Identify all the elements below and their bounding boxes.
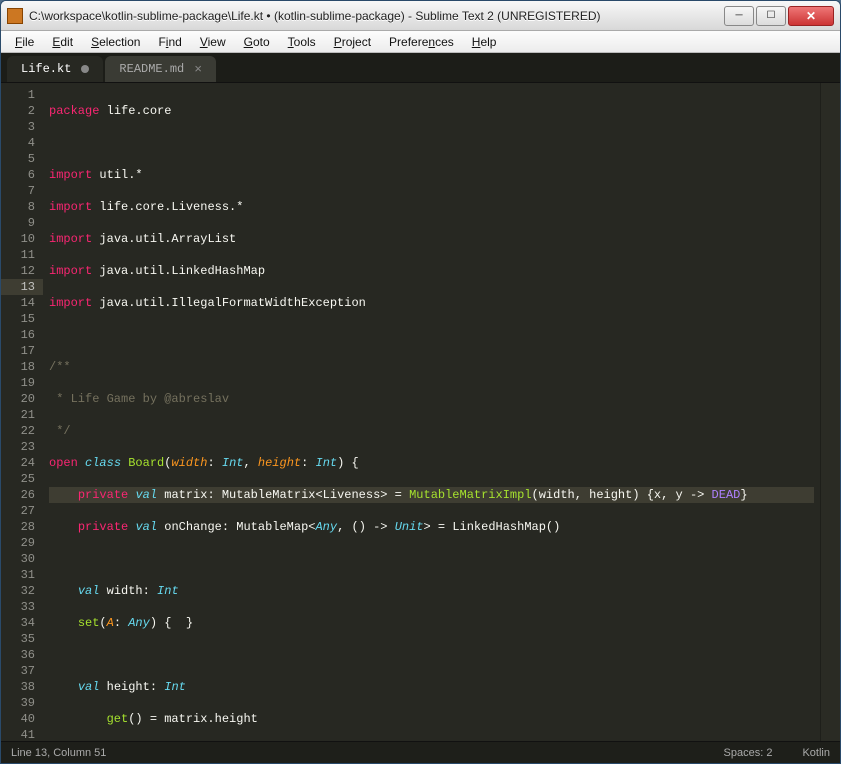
tab-bar: Life.kt README.md × [1, 53, 840, 83]
menu-project[interactable]: Project [326, 33, 379, 51]
code-area[interactable]: 1 2 3 4 5 6 7 8 9 10 11 12 13 14 15 16 1… [1, 83, 840, 741]
status-indent[interactable]: Spaces: 2 [724, 747, 773, 759]
menu-tools[interactable]: Tools [280, 33, 324, 51]
line-number-gutter: 1 2 3 4 5 6 7 8 9 10 11 12 13 14 15 16 1… [1, 83, 43, 741]
editor-area: Life.kt README.md × 1 2 3 4 5 6 7 8 9 10… [1, 53, 840, 763]
menubar: File Edit Selection Find View Goto Tools… [1, 31, 840, 53]
tab-label: Life.kt [21, 62, 71, 76]
minimap[interactable] [820, 83, 840, 741]
code-content[interactable]: package life.core import util.* import l… [43, 83, 820, 741]
menu-selection[interactable]: Selection [83, 33, 148, 51]
menu-file[interactable]: File [7, 33, 42, 51]
minimize-button[interactable]: ─ [724, 6, 754, 26]
app-icon [7, 8, 23, 24]
close-tab-icon[interactable]: × [194, 62, 202, 77]
menu-preferences[interactable]: Preferences [381, 33, 462, 51]
dirty-indicator-icon [81, 65, 89, 73]
window-title: C:\workspace\kotlin-sublime-package\Life… [29, 9, 722, 23]
maximize-button[interactable]: ☐ [756, 6, 786, 26]
app-window: C:\workspace\kotlin-sublime-package\Life… [0, 0, 841, 764]
status-cursor-position: Line 13, Column 51 [11, 747, 106, 759]
close-button[interactable]: ✕ [788, 6, 834, 26]
tab-readme-md[interactable]: README.md × [105, 56, 216, 82]
menu-view[interactable]: View [192, 33, 234, 51]
status-language[interactable]: Kotlin [802, 747, 830, 759]
menu-goto[interactable]: Goto [236, 33, 278, 51]
menu-edit[interactable]: Edit [44, 33, 81, 51]
menu-find[interactable]: Find [150, 33, 189, 51]
status-bar: Line 13, Column 51 Spaces: 2 Kotlin [1, 741, 840, 763]
tab-label: README.md [119, 62, 184, 76]
menu-help[interactable]: Help [464, 33, 505, 51]
titlebar[interactable]: C:\workspace\kotlin-sublime-package\Life… [1, 1, 840, 31]
tab-life-kt[interactable]: Life.kt [7, 56, 103, 82]
